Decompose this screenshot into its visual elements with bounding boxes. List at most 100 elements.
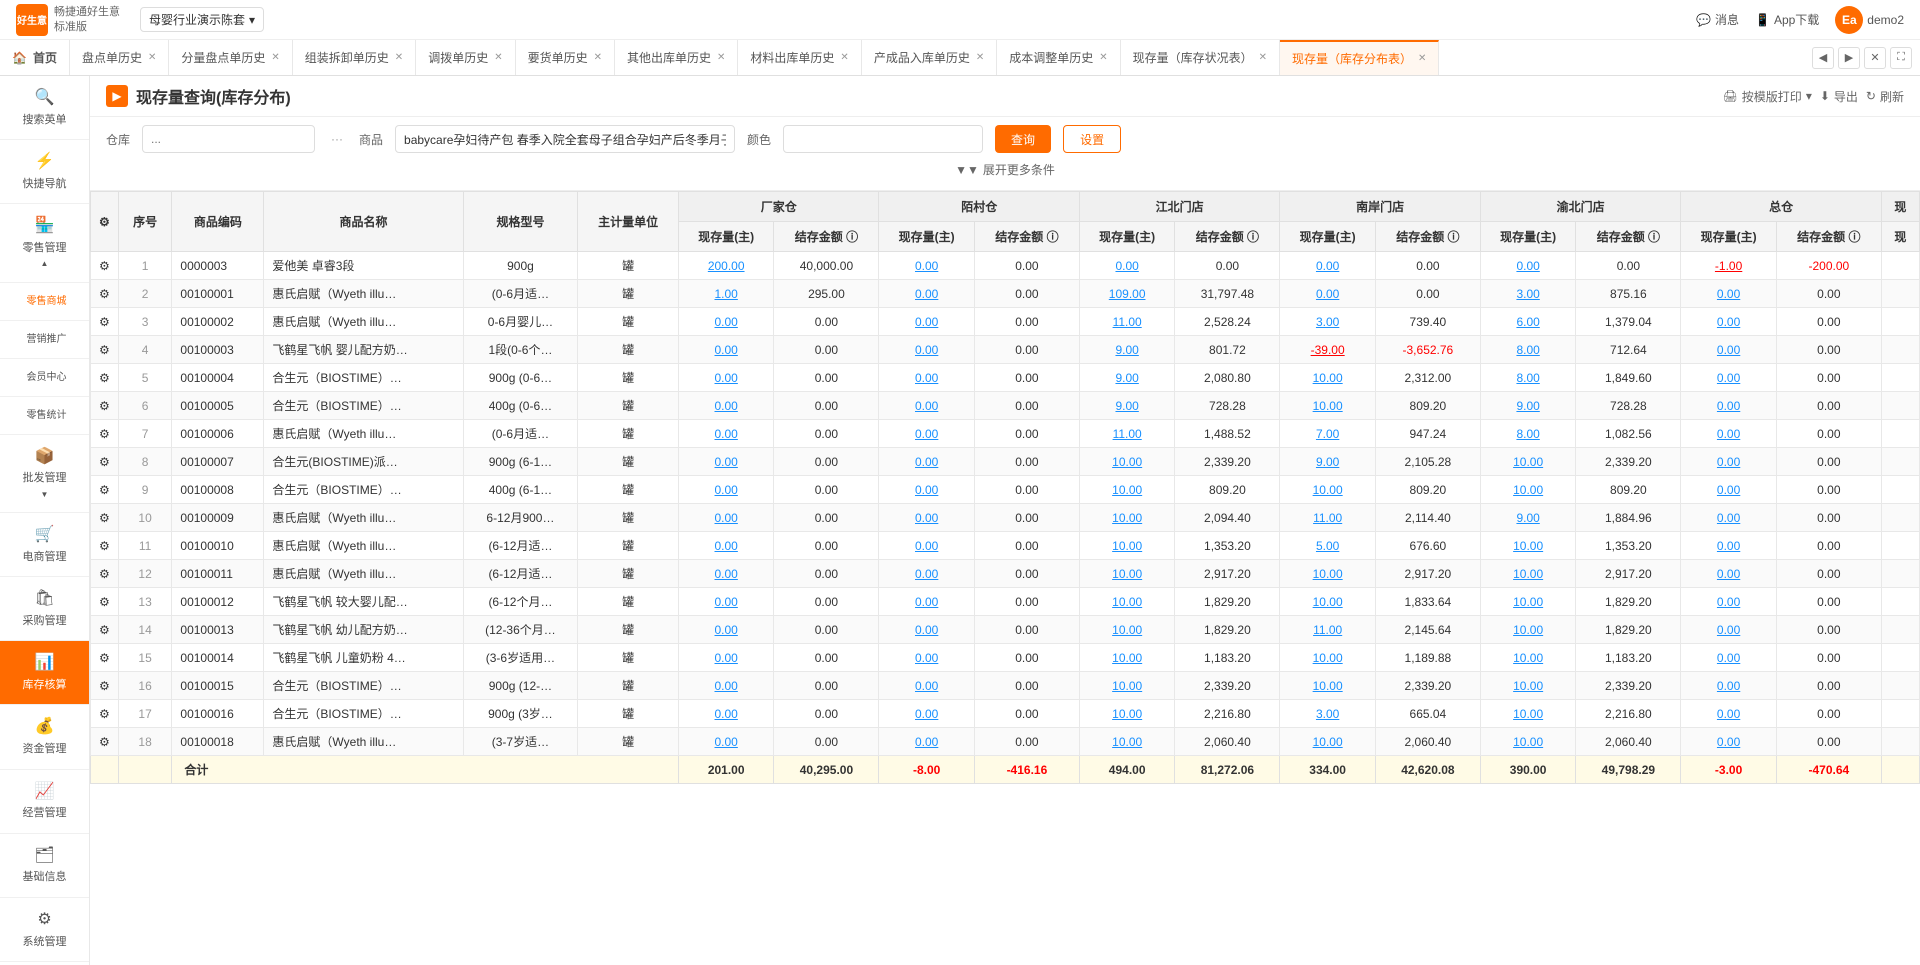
cell-f-stock[interactable]: 0.00 xyxy=(678,700,773,728)
close-icon[interactable]: ✕ xyxy=(594,52,602,63)
sidebar-item-stats[interactable]: 零售统计 xyxy=(0,397,89,435)
cell-na-stock[interactable]: -39.00 xyxy=(1280,336,1375,364)
cell-jb-stock[interactable]: 9.00 xyxy=(1079,392,1174,420)
tab-inventory7[interactable]: 材料出库单历史 ✕ xyxy=(738,40,861,76)
cell-settings[interactable]: ⚙ xyxy=(91,700,119,728)
cell-jb-stock[interactable]: 10.00 xyxy=(1079,644,1174,672)
sidebar-item-ecom[interactable]: 🛒 电商管理 xyxy=(0,513,89,577)
cell-settings[interactable]: ⚙ xyxy=(91,728,119,756)
cell-na-stock[interactable]: 11.00 xyxy=(1280,616,1375,644)
cell-v-stock[interactable]: 0.00 xyxy=(879,728,974,756)
cell-settings[interactable]: ⚙ xyxy=(91,588,119,616)
sidebar-item-purchase[interactable]: 🛍 采购管理 xyxy=(0,577,89,641)
cell-jb-stock[interactable]: 10.00 xyxy=(1079,504,1174,532)
cell-yb-stock[interactable]: 8.00 xyxy=(1480,420,1575,448)
cell-v-stock[interactable]: 0.00 xyxy=(879,560,974,588)
cell-jb-stock[interactable]: 109.00 xyxy=(1079,280,1174,308)
cell-t-stock[interactable]: 0.00 xyxy=(1681,560,1776,588)
tab-inventory3[interactable]: 组装拆卸单历史 ✕ xyxy=(293,40,416,76)
cell-v-stock[interactable]: 0.00 xyxy=(879,644,974,672)
sidebar-item-retail[interactable]: 🏪 零售管理 ▲ xyxy=(0,204,89,282)
app-download-btn[interactable]: 📱 App下载 xyxy=(1755,11,1819,28)
cell-jb-stock[interactable]: 9.00 xyxy=(1079,336,1174,364)
sidebar-item-search[interactable]: 🔍 搜索英单 xyxy=(0,76,89,140)
cell-f-stock[interactable]: 1.00 xyxy=(678,280,773,308)
cell-na-stock[interactable]: 10.00 xyxy=(1280,588,1375,616)
cell-t-stock[interactable]: 0.00 xyxy=(1681,308,1776,336)
cell-f-stock[interactable]: 0.00 xyxy=(678,364,773,392)
cell-jb-stock[interactable]: 11.00 xyxy=(1079,420,1174,448)
close-icon[interactable]: ✕ xyxy=(395,52,403,63)
sidebar-item-ops[interactable]: 📈 经营管理 xyxy=(0,770,89,834)
cell-settings[interactable]: ⚙ xyxy=(91,280,119,308)
cell-jb-stock[interactable]: 10.00 xyxy=(1079,532,1174,560)
close-icon[interactable]: ✕ xyxy=(976,52,984,63)
expand-toggle-btn[interactable]: ▶ xyxy=(106,85,128,107)
cell-t-stock[interactable]: 0.00 xyxy=(1681,588,1776,616)
cell-jb-stock[interactable]: 10.00 xyxy=(1079,448,1174,476)
cell-f-stock[interactable]: 0.00 xyxy=(678,644,773,672)
cell-v-stock[interactable]: 0.00 xyxy=(879,672,974,700)
cell-na-stock[interactable]: 3.00 xyxy=(1280,700,1375,728)
cell-v-stock[interactable]: 0.00 xyxy=(879,252,974,280)
cell-v-stock[interactable]: 0.00 xyxy=(879,364,974,392)
cell-jb-stock[interactable]: 10.00 xyxy=(1079,476,1174,504)
cell-f-stock[interactable]: 0.00 xyxy=(678,336,773,364)
sidebar-item-wholesale[interactable]: 📦 批发管理 ▼ xyxy=(0,435,89,513)
cell-settings[interactable]: ⚙ xyxy=(91,392,119,420)
cell-yb-stock[interactable]: 10.00 xyxy=(1480,700,1575,728)
cell-jb-stock[interactable]: 0.00 xyxy=(1079,252,1174,280)
cell-f-stock[interactable]: 0.00 xyxy=(678,588,773,616)
industry-selector[interactable]: 母婴行业演示陈套 ▾ xyxy=(140,7,264,32)
cell-na-stock[interactable]: 5.00 xyxy=(1280,532,1375,560)
cell-v-stock[interactable]: 0.00 xyxy=(879,532,974,560)
message-btn[interactable]: 💬 消息 xyxy=(1696,11,1739,28)
cell-f-stock[interactable]: 200.00 xyxy=(678,252,773,280)
cell-yb-stock[interactable]: 8.00 xyxy=(1480,364,1575,392)
goods-input[interactable] xyxy=(395,125,735,153)
cell-settings[interactable]: ⚙ xyxy=(91,644,119,672)
cell-yb-stock[interactable]: 10.00 xyxy=(1480,560,1575,588)
cell-na-stock[interactable]: 7.00 xyxy=(1280,420,1375,448)
cell-yb-stock[interactable]: 6.00 xyxy=(1480,308,1575,336)
cell-settings[interactable]: ⚙ xyxy=(91,364,119,392)
cell-jb-stock[interactable]: 10.00 xyxy=(1079,560,1174,588)
cell-settings[interactable]: ⚙ xyxy=(91,336,119,364)
tab-home[interactable]: 🏠 首页 xyxy=(0,40,70,76)
warehouse-input[interactable] xyxy=(142,125,315,153)
cell-jb-stock[interactable]: 10.00 xyxy=(1079,728,1174,756)
cell-f-stock[interactable]: 0.00 xyxy=(678,672,773,700)
cell-t-stock[interactable]: 0.00 xyxy=(1681,476,1776,504)
cell-na-stock[interactable]: 10.00 xyxy=(1280,364,1375,392)
sidebar-item-base[interactable]: 🗂 基础信息 xyxy=(0,834,89,898)
cell-jb-stock[interactable]: 10.00 xyxy=(1079,588,1174,616)
cell-yb-stock[interactable]: 10.00 xyxy=(1480,616,1575,644)
cell-na-stock[interactable]: 10.00 xyxy=(1280,728,1375,756)
close-icon[interactable]: ✕ xyxy=(1099,52,1107,63)
close-icon[interactable]: ✕ xyxy=(717,52,725,63)
sidebar-item-retail-shop[interactable]: 零售商城 xyxy=(0,283,89,321)
cell-settings[interactable]: ⚙ xyxy=(91,504,119,532)
cell-yb-stock[interactable]: 3.00 xyxy=(1480,280,1575,308)
cell-v-stock[interactable]: 0.00 xyxy=(879,588,974,616)
cell-settings[interactable]: ⚙ xyxy=(91,476,119,504)
th-settings[interactable]: ⚙ xyxy=(91,192,119,252)
cell-t-stock[interactable]: 0.00 xyxy=(1681,728,1776,756)
tab-inventory11[interactable]: 现存量（库存分布表） ✕ xyxy=(1280,40,1439,76)
color-input[interactable] xyxy=(783,125,983,153)
setting-button[interactable]: 设置 xyxy=(1063,125,1121,153)
cell-t-stock[interactable]: 0.00 xyxy=(1681,644,1776,672)
cell-na-stock[interactable]: 0.00 xyxy=(1280,280,1375,308)
cell-na-stock[interactable]: 10.00 xyxy=(1280,476,1375,504)
cell-t-stock[interactable]: 0.00 xyxy=(1681,392,1776,420)
sidebar-item-finance[interactable]: 💰 资金管理 xyxy=(0,705,89,769)
cell-yb-stock[interactable]: 10.00 xyxy=(1480,644,1575,672)
cell-na-stock[interactable]: 10.00 xyxy=(1280,644,1375,672)
sidebar-item-system[interactable]: ⚙ 系统管理 xyxy=(0,898,89,962)
tab-next-btn[interactable]: ▶ xyxy=(1838,47,1860,69)
cell-yb-stock[interactable]: 10.00 xyxy=(1480,476,1575,504)
tab-expand-btn[interactable]: ⛶ xyxy=(1890,47,1912,69)
cell-na-stock[interactable]: 3.00 xyxy=(1280,308,1375,336)
sidebar-item-member[interactable]: 会员中心 xyxy=(0,359,89,397)
cell-settings[interactable]: ⚙ xyxy=(91,560,119,588)
